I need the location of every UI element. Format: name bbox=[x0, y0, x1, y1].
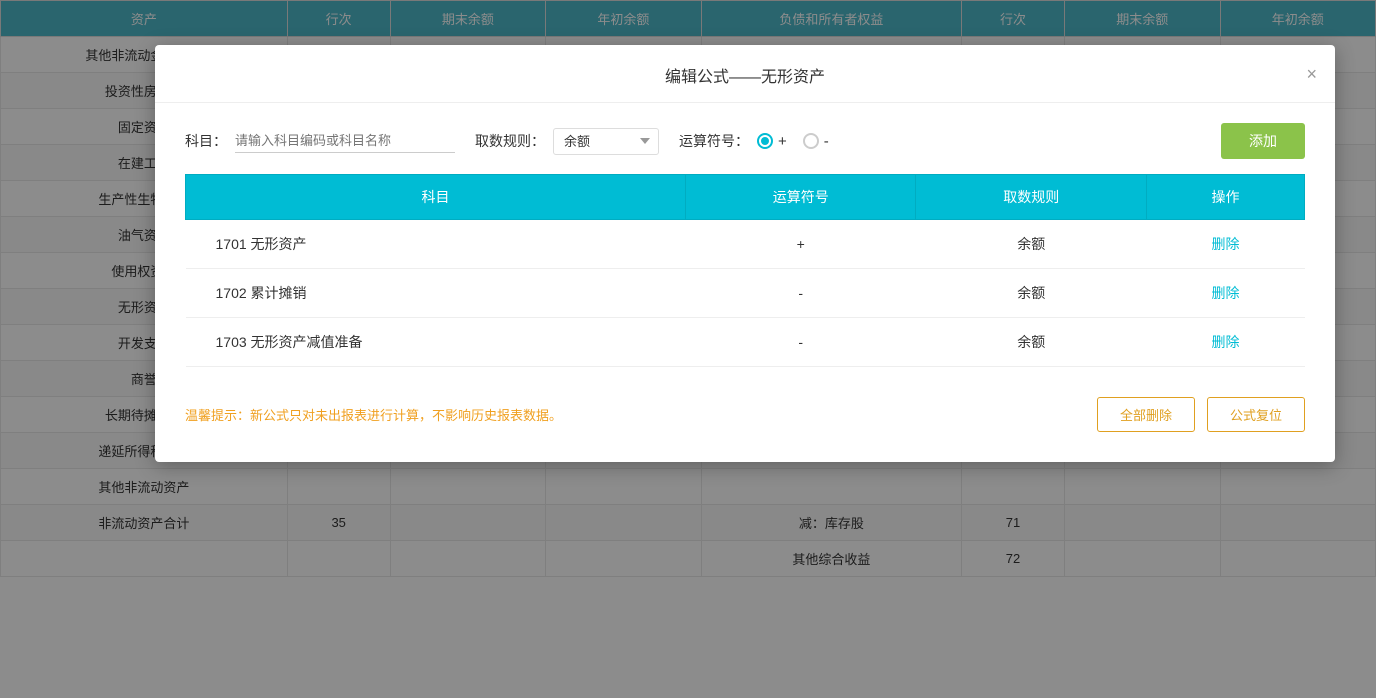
formula-header-cell: 取数规则 bbox=[916, 175, 1147, 220]
edit-formula-modal: 编辑公式——无形资产 × 科目： 取数规则： 余额 借方 贷方 借方发生额 贷方… bbox=[155, 45, 1335, 462]
formula-table: 科目运算符号取数规则操作 1701 无形资产+余额删除1702 累计摊销-余额删… bbox=[185, 174, 1305, 367]
formula-subject-cell: 1701 无形资产 bbox=[186, 220, 686, 269]
delete-row-link[interactable]: 删除 bbox=[1211, 285, 1239, 301]
footer-buttons: 全部删除 公式复位 bbox=[1097, 397, 1305, 432]
formula-table-row: 1703 无形资产减值准备-余额 删除 bbox=[186, 318, 1305, 367]
rule-select-wrap: 余额 借方 贷方 借方发生额 贷方发生额 bbox=[553, 128, 659, 155]
modal-header: 编辑公式——无形资产 × bbox=[155, 45, 1335, 103]
formula-table-body: 1701 无形资产+余额删除1702 累计摊销-余额删除1703 无形资产减值准… bbox=[186, 220, 1305, 367]
formula-action-cell: 删除 bbox=[1146, 220, 1304, 269]
formula-subject-cell: 1703 无形资产减值准备 bbox=[186, 318, 686, 367]
subject-label: 科目： bbox=[185, 131, 227, 151]
formula-operator-cell: + bbox=[685, 220, 916, 269]
hint-text: 温馨提示：新公式只对未出报表进行计算，不影响历史报表数据。 bbox=[185, 405, 562, 424]
formula-form-row: 科目： 取数规则： 余额 借方 贷方 借方发生额 贷方发生额 运算符号： + bbox=[155, 103, 1335, 174]
operator-radio-group: + - bbox=[757, 133, 829, 150]
rule-select[interactable]: 余额 借方 贷方 借方发生额 贷方发生额 bbox=[553, 128, 659, 155]
delete-row-link[interactable]: 删除 bbox=[1211, 334, 1239, 350]
operator-plus-radio[interactable] bbox=[757, 133, 773, 149]
formula-table-row: 1702 累计摊销-余额 删除 bbox=[186, 269, 1305, 318]
formula-action-cell: 删除 bbox=[1146, 318, 1304, 367]
formula-rule-cell: 余额 bbox=[916, 318, 1147, 367]
operator-group: 运算符号： + - bbox=[679, 131, 829, 151]
formula-action-cell: 删除 bbox=[1146, 269, 1304, 318]
operator-minus-item[interactable]: - bbox=[803, 133, 829, 150]
reset-formula-button[interactable]: 公式复位 bbox=[1207, 397, 1305, 432]
delete-all-button[interactable]: 全部删除 bbox=[1097, 397, 1195, 432]
formula-table-wrap: 科目运算符号取数规则操作 1701 无形资产+余额删除1702 累计摊销-余额删… bbox=[185, 174, 1305, 367]
formula-rule-cell: 余额 bbox=[916, 220, 1147, 269]
formula-header-cell: 科目 bbox=[186, 175, 686, 220]
operator-minus-radio[interactable] bbox=[803, 133, 819, 149]
formula-header-cell: 运算符号 bbox=[685, 175, 916, 220]
operator-plus-item[interactable]: + bbox=[757, 133, 787, 150]
delete-row-link[interactable]: 删除 bbox=[1211, 236, 1239, 252]
formula-subject-cell: 1702 累计摊销 bbox=[186, 269, 686, 318]
operator-minus-label: - bbox=[824, 133, 829, 150]
rule-group: 取数规则： 余额 借方 贷方 借方发生额 贷方发生额 bbox=[475, 128, 659, 155]
operator-label: 运算符号： bbox=[679, 131, 749, 151]
formula-table-header-row: 科目运算符号取数规则操作 bbox=[186, 175, 1305, 220]
operator-plus-label: + bbox=[778, 133, 787, 150]
modal-close-button[interactable]: × bbox=[1306, 65, 1317, 83]
subject-input[interactable] bbox=[235, 129, 455, 153]
add-button[interactable]: 添加 bbox=[1221, 123, 1305, 159]
formula-operator-cell: - bbox=[685, 269, 916, 318]
formula-operator-cell: - bbox=[685, 318, 916, 367]
formula-rule-cell: 余额 bbox=[916, 269, 1147, 318]
formula-table-row: 1701 无形资产+余额 删除 bbox=[186, 220, 1305, 269]
modal-footer: 温馨提示：新公式只对未出报表进行计算，不影响历史报表数据。 全部删除 公式复位 bbox=[155, 367, 1335, 442]
subject-group: 科目： bbox=[185, 129, 455, 153]
formula-header-cell: 操作 bbox=[1146, 175, 1304, 220]
modal-title: 编辑公式——无形资产 bbox=[665, 63, 825, 87]
rule-label: 取数规则： bbox=[475, 131, 545, 151]
